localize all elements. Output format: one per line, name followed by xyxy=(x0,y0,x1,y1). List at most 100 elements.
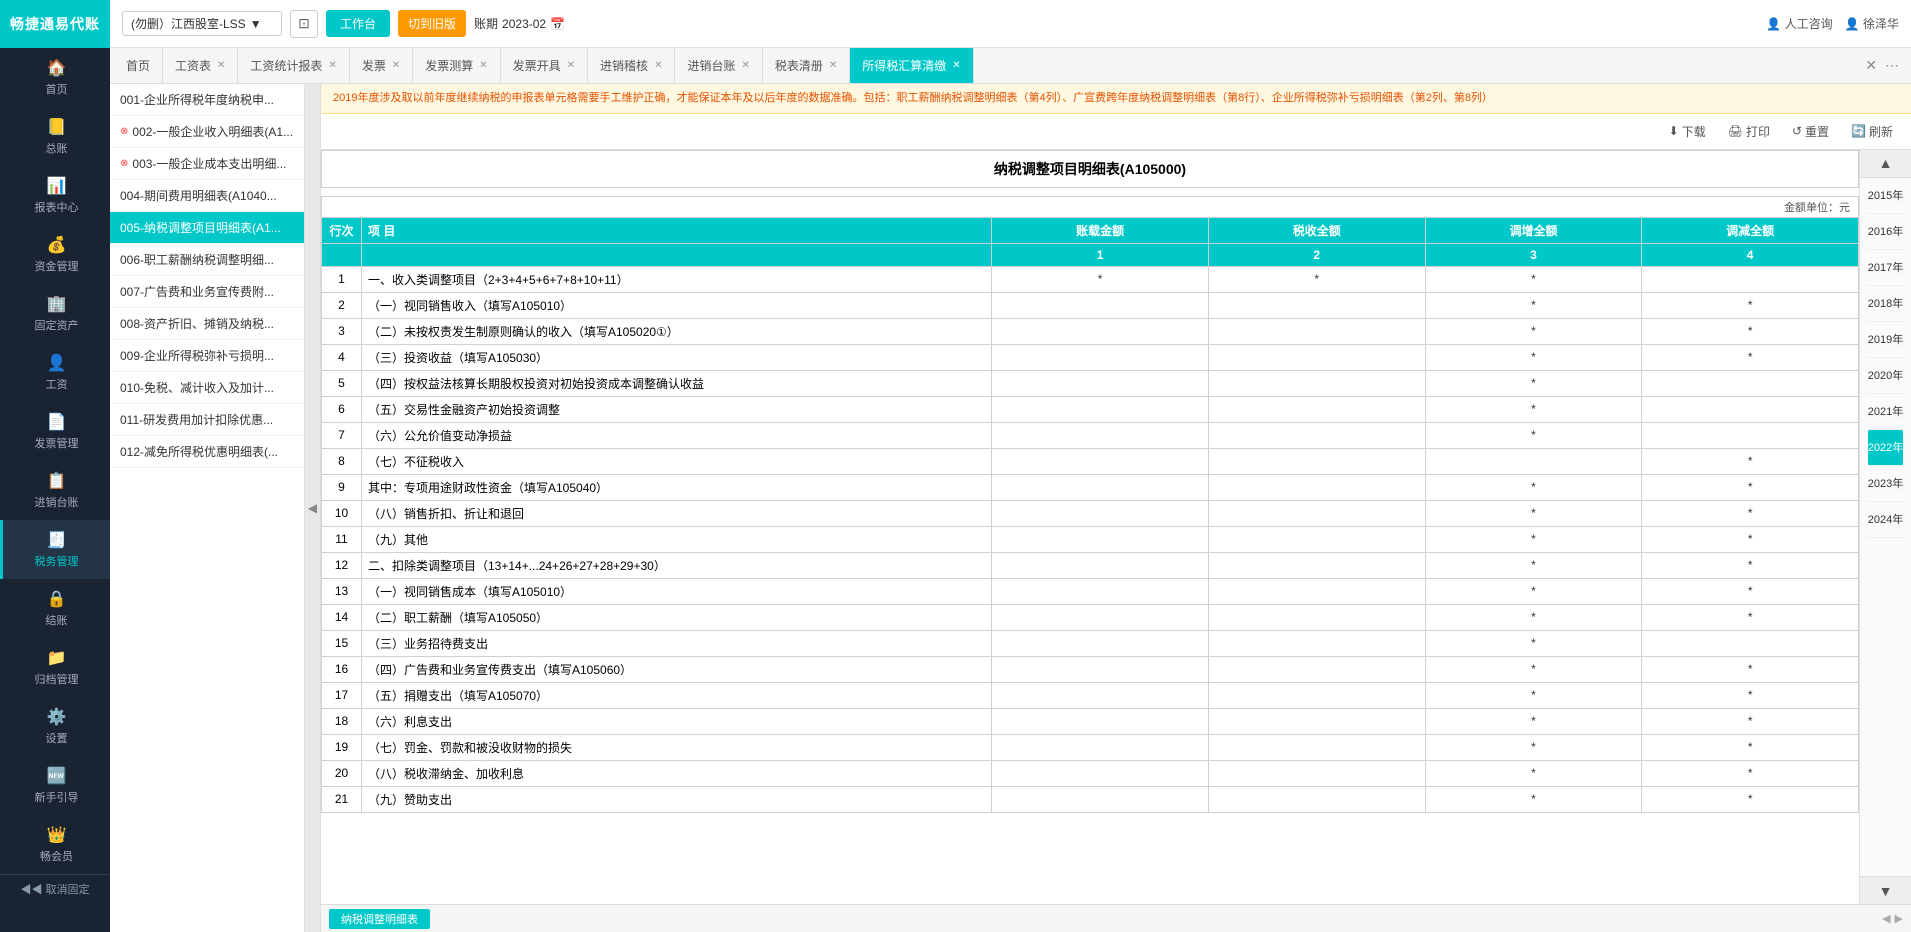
cell-c2-13[interactable] xyxy=(1208,604,1425,630)
cell-c1-7[interactable] xyxy=(992,448,1209,474)
tab-close-1[interactable]: ✕ xyxy=(217,60,225,71)
cell-c1-3[interactable] xyxy=(992,344,1209,370)
cell-c4-19[interactable]: * xyxy=(1642,760,1859,786)
cell-c1-9[interactable] xyxy=(992,500,1209,526)
tab-close-2[interactable]: ✕ xyxy=(328,60,336,71)
cell-c3-4[interactable]: * xyxy=(1425,370,1642,396)
table-row-15[interactable]: 16 （四）广告费和业务宣传费支出（填写A105060） * * xyxy=(322,656,1859,682)
cell-c3-15[interactable]: * xyxy=(1425,656,1642,682)
cell-c2-10[interactable] xyxy=(1208,526,1425,552)
more-tabs-icon[interactable]: ⋯ xyxy=(1885,57,1899,74)
cell-c3-17[interactable]: * xyxy=(1425,708,1642,734)
cell-c1-12[interactable] xyxy=(992,578,1209,604)
year-item-9[interactable]: 2024年 xyxy=(1868,502,1903,538)
year-item-0[interactable]: 2015年 xyxy=(1868,178,1903,214)
table-row-7[interactable]: 8 （七）不征税收入 * xyxy=(322,448,1859,474)
table-row-1[interactable]: 2 （一）视同销售收入（填写A105010） * * xyxy=(322,292,1859,318)
panel-item-5[interactable]: 006-职工薪酬纳税调整明细... xyxy=(110,244,304,276)
cell-c3-11[interactable]: * xyxy=(1425,552,1642,578)
cell-c2-7[interactable] xyxy=(1208,448,1425,474)
year-item-1[interactable]: 2016年 xyxy=(1868,214,1903,250)
cell-c2-1[interactable] xyxy=(1208,292,1425,318)
cell-c3-16[interactable]: * xyxy=(1425,682,1642,708)
cell-c2-4[interactable] xyxy=(1208,370,1425,396)
cell-c4-7[interactable]: * xyxy=(1642,448,1859,474)
close-tab-icon[interactable]: ✕ xyxy=(1865,57,1877,74)
panel-item-4[interactable]: 005-纳税调整项目明细表(A1... xyxy=(110,212,304,244)
cell-c4-3[interactable]: * xyxy=(1642,344,1859,370)
panel-item-7[interactable]: 008-资产折旧、摊销及纳税... xyxy=(110,308,304,340)
cell-c4-1[interactable]: * xyxy=(1642,292,1859,318)
tab-1[interactable]: 工资表✕ xyxy=(163,48,238,84)
sidebar-item-2[interactable]: 📊报表中心 xyxy=(0,166,110,225)
cell-c1-20[interactable] xyxy=(992,786,1209,812)
sidebar-item-10[interactable]: 📁归档管理 xyxy=(0,638,110,697)
cell-c3-8[interactable]: * xyxy=(1425,474,1642,500)
cell-c1-8[interactable] xyxy=(992,474,1209,500)
tab-close-8[interactable]: ✕ xyxy=(829,60,837,71)
download-btn[interactable]: ⬇ 下载 xyxy=(1663,120,1712,143)
table-row-18[interactable]: 19 （七）罚金、罚款和被没收财物的损失 * * xyxy=(322,734,1859,760)
table-row-6[interactable]: 7 （六）公允价值变动净损益 * xyxy=(322,422,1859,448)
cell-c4-8[interactable]: * xyxy=(1642,474,1859,500)
cell-c2-20[interactable] xyxy=(1208,786,1425,812)
cell-c1-5[interactable] xyxy=(992,396,1209,422)
cell-c4-11[interactable]: * xyxy=(1642,552,1859,578)
table-row-16[interactable]: 17 （五）捐赠支出（填写A105070） * * xyxy=(322,682,1859,708)
year-item-6[interactable]: 2021年 xyxy=(1868,394,1903,430)
tab-close-4[interactable]: ✕ xyxy=(479,60,487,71)
cell-c1-4[interactable] xyxy=(992,370,1209,396)
cell-c1-10[interactable] xyxy=(992,526,1209,552)
cell-c2-16[interactable] xyxy=(1208,682,1425,708)
tab-9[interactable]: 所得税汇算清缴✕ xyxy=(850,48,973,84)
year-item-7[interactable]: 2022年 xyxy=(1868,430,1903,466)
table-row-0[interactable]: 1 一、收入类调整项目（2+3+4+5+6+7+8+10+11） * * * xyxy=(322,266,1859,292)
cell-c2-15[interactable] xyxy=(1208,656,1425,682)
sidebar-item-1[interactable]: 📒总账 xyxy=(0,107,110,166)
cell-c1-15[interactable] xyxy=(992,656,1209,682)
cell-c3-1[interactable]: * xyxy=(1425,292,1642,318)
table-row-20[interactable]: 21 （九）赞助支出 * * xyxy=(322,786,1859,812)
cell-c1-14[interactable] xyxy=(992,630,1209,656)
cell-c3-7[interactable] xyxy=(1425,448,1642,474)
topbar-icon-btn[interactable]: ⊡ xyxy=(290,10,318,38)
pin-toggle[interactable]: ◀◀ 取消固定 xyxy=(0,874,110,903)
cell-c4-4[interactable] xyxy=(1642,370,1859,396)
cell-c3-10[interactable]: * xyxy=(1425,526,1642,552)
tab-close-5[interactable]: ✕ xyxy=(567,60,575,71)
cell-c1-13[interactable] xyxy=(992,604,1209,630)
panel-item-11[interactable]: 012-减免所得税优惠明细表(... xyxy=(110,436,304,468)
cell-c4-9[interactable]: * xyxy=(1642,500,1859,526)
panel-item-8[interactable]: 009-企业所得税弥补亏损明... xyxy=(110,340,304,372)
table-row-12[interactable]: 13 （一）视同销售成本（填写A105010） * * xyxy=(322,578,1859,604)
consult-btn[interactable]: 👤 人工咨询 xyxy=(1766,15,1832,32)
cell-c2-8[interactable] xyxy=(1208,474,1425,500)
cell-c3-2[interactable]: * xyxy=(1425,318,1642,344)
print-btn[interactable]: 🖨 打印 xyxy=(1722,120,1776,143)
cell-c4-10[interactable]: * xyxy=(1642,526,1859,552)
cell-c1-11[interactable] xyxy=(992,552,1209,578)
cell-c3-19[interactable]: * xyxy=(1425,760,1642,786)
cell-c1-6[interactable] xyxy=(992,422,1209,448)
cell-c4-12[interactable]: * xyxy=(1642,578,1859,604)
tab-close-7[interactable]: ✕ xyxy=(741,60,749,71)
cell-c4-6[interactable] xyxy=(1642,422,1859,448)
cell-c1-0[interactable]: * xyxy=(992,266,1209,292)
panel-item-2[interactable]: ⊗003-一般企业成本支出明细... xyxy=(110,148,304,180)
cell-c4-13[interactable]: * xyxy=(1642,604,1859,630)
cell-c3-3[interactable]: * xyxy=(1425,344,1642,370)
calendar-icon[interactable]: 📅 xyxy=(550,17,565,31)
user-btn[interactable]: 👤 徐泽华 xyxy=(1845,15,1899,32)
table-row-4[interactable]: 5 （四）按权益法核算长期股权投资对初始投资成本调整确认收益 * xyxy=(322,370,1859,396)
cell-c3-0[interactable]: * xyxy=(1425,266,1642,292)
cell-c2-3[interactable] xyxy=(1208,344,1425,370)
cell-c2-0[interactable]: * xyxy=(1208,266,1425,292)
year-item-2[interactable]: 2017年 xyxy=(1868,250,1903,286)
cell-c4-15[interactable]: * xyxy=(1642,656,1859,682)
cell-c1-19[interactable] xyxy=(992,760,1209,786)
cell-c2-19[interactable] xyxy=(1208,760,1425,786)
old-version-btn[interactable]: 切到旧版 xyxy=(398,10,466,37)
tab-close-6[interactable]: ✕ xyxy=(654,60,662,71)
cell-c2-12[interactable] xyxy=(1208,578,1425,604)
table-row-17[interactable]: 18 （六）利息支出 * * xyxy=(322,708,1859,734)
